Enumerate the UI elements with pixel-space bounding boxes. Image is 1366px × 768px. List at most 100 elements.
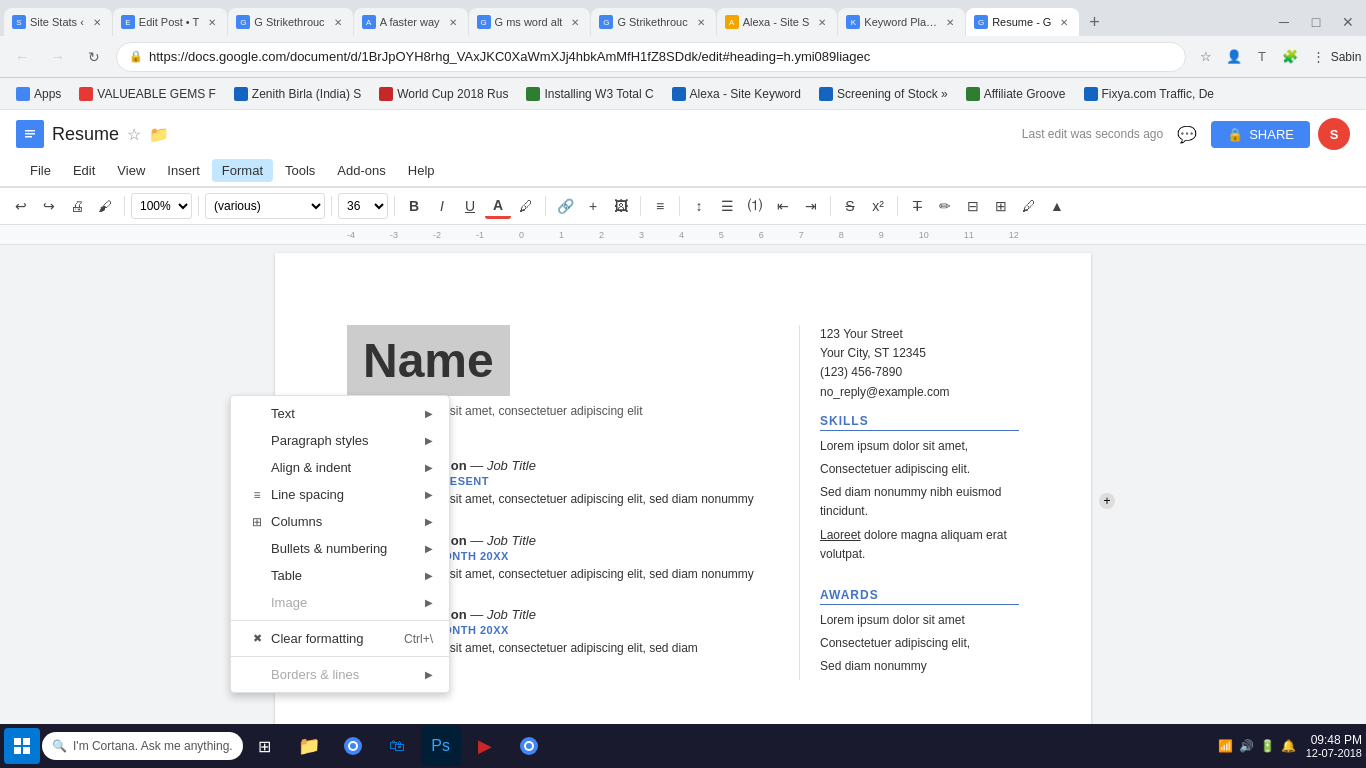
start-button[interactable] <box>4 728 40 764</box>
undo-btn[interactable]: ↩ <box>8 193 34 219</box>
font-size-select[interactable]: 36 <box>338 193 388 219</box>
translate-icon[interactable]: T <box>1250 45 1274 69</box>
bookmark-alexa[interactable]: Alexa - Site Keyword <box>664 85 809 103</box>
folder-icon[interactable]: 📁 <box>149 125 169 144</box>
bookmark-fixya[interactable]: Fixya.com Traffic, De <box>1076 85 1222 103</box>
tab-strikethrough[interactable]: G G Strikethrouс ✕ <box>228 8 352 36</box>
zoom-select[interactable]: 100% <box>131 193 192 219</box>
tab-alexa[interactable]: A Alexa - Site S ✕ <box>717 8 838 36</box>
profile-icon[interactable]: 👤 <box>1222 45 1246 69</box>
file-explorer-btn[interactable]: 📁 <box>289 726 329 766</box>
table-insert-btn[interactable]: ⊞ <box>988 193 1014 219</box>
bookmark-gems[interactable]: VALUEABLE GEMS F <box>71 85 223 103</box>
tab-close-btn[interactable]: ✕ <box>446 15 460 29</box>
minimize-btn[interactable]: ─ <box>1270 8 1298 36</box>
menu-edit[interactable]: Edit <box>63 159 105 182</box>
menu-help[interactable]: Help <box>398 159 445 182</box>
superscript-btn[interactable]: x² <box>865 193 891 219</box>
address-input[interactable]: 🔒 https://docs.google.com/document/d/1Br… <box>116 42 1186 72</box>
chrome-btn-2[interactable] <box>509 726 549 766</box>
user-avatar[interactable]: S <box>1318 118 1350 150</box>
task-view-btn[interactable]: ⊞ <box>245 726 285 766</box>
highlight-btn[interactable]: 🖊 <box>513 193 539 219</box>
share-button[interactable]: 🔒 SHARE <box>1211 121 1310 148</box>
forward-btn[interactable]: → <box>44 43 72 71</box>
tab-close-btn[interactable]: ✕ <box>205 15 219 29</box>
taskbar-search[interactable]: 🔍 I'm Cortana. Ask me anything. <box>42 732 243 760</box>
bookmark-icon[interactable]: ☆ <box>1194 45 1218 69</box>
bookmark-worldcup[interactable]: World Cup 2018 Rus <box>371 85 516 103</box>
underline-btn[interactable]: U <box>457 193 483 219</box>
tab-site-stats[interactable]: S Site Stats ‹ ✕ <box>4 8 112 36</box>
redo-btn[interactable]: ↪ <box>36 193 62 219</box>
draw-btn[interactable]: 🖊 <box>1016 193 1042 219</box>
tab-close-btn[interactable]: ✕ <box>694 15 708 29</box>
tab-close-btn[interactable]: ✕ <box>1057 15 1071 29</box>
menu-icon[interactable]: ⋮ <box>1306 45 1330 69</box>
strikethrough-btn[interactable]: S <box>837 193 863 219</box>
app-btn-6[interactable]: ▶ <box>465 726 505 766</box>
col-spacing-btn[interactable]: ⊟ <box>960 193 986 219</box>
menu-view[interactable]: View <box>107 159 155 182</box>
menu-format[interactable]: Format <box>212 159 273 182</box>
tab-close-btn[interactable]: ✕ <box>331 15 345 29</box>
tab-edit-post[interactable]: E Edit Post • T ✕ <box>113 8 228 36</box>
taskbar-clock[interactable]: 09:48 PM 12-07-2018 <box>1306 733 1362 759</box>
notifications-icon[interactable]: 🔔 <box>1281 739 1296 753</box>
format-menu-bullets-numbering[interactable]: Bullets & numbering ▶ <box>231 535 449 562</box>
line-spacing-btn[interactable]: ↕ <box>686 193 712 219</box>
tab-ms-word[interactable]: G G ms word alt ✕ <box>469 8 591 36</box>
menu-tools[interactable]: Tools <box>275 159 325 182</box>
format-menu-clear-formatting[interactable]: ✖ Clear formatting Ctrl+\ <box>231 625 449 652</box>
tab-close-btn[interactable]: ✕ <box>90 15 104 29</box>
italic-btn[interactable]: I <box>429 193 455 219</box>
increase-indent-btn[interactable]: ⇥ <box>798 193 824 219</box>
numbered-list-btn[interactable]: ⑴ <box>742 193 768 219</box>
chrome-btn[interactable] <box>333 726 373 766</box>
tab-keyword[interactable]: K Keyword Pla… ✕ <box>838 8 965 36</box>
print-btn[interactable]: 🖨 <box>64 193 90 219</box>
tab-strikethrough2[interactable]: G G Strikethrouс ✕ <box>591 8 715 36</box>
format-menu-align-indent[interactable]: Align & indent ▶ <box>231 454 449 481</box>
bookmark-screening[interactable]: Screening of Stock » <box>811 85 956 103</box>
bullet-list-btn[interactable]: ☰ <box>714 193 740 219</box>
maximize-btn[interactable]: □ <box>1302 8 1330 36</box>
tab-close-btn[interactable]: ✕ <box>815 15 829 29</box>
tab-close-btn[interactable]: ✕ <box>568 15 582 29</box>
volume-icon[interactable]: 🔊 <box>1239 739 1254 753</box>
bookmark-apps[interactable]: Apps <box>8 85 69 103</box>
text-color-btn[interactable]: A <box>485 193 511 219</box>
bookmark-w3total[interactable]: Installing W3 Total C <box>518 85 661 103</box>
format-menu-text[interactable]: Text ▶ <box>231 400 449 427</box>
close-btn[interactable]: ✕ <box>1334 8 1362 36</box>
menu-insert[interactable]: Insert <box>157 159 210 182</box>
format-menu-table[interactable]: Table ▶ <box>231 562 449 589</box>
star-icon[interactable]: ☆ <box>127 125 141 144</box>
insert-image-btn[interactable]: + <box>580 193 606 219</box>
decrease-indent-btn[interactable]: ⇤ <box>770 193 796 219</box>
clear-format-btn[interactable]: T̶ <box>904 193 930 219</box>
extensions-icon[interactable]: 🧩 <box>1278 45 1302 69</box>
format-menu-line-spacing[interactable]: ≡ Line spacing ▶ <box>231 481 449 508</box>
chevron-up-btn[interactable]: ▲ <box>1044 193 1070 219</box>
store-btn[interactable]: 🛍 <box>377 726 417 766</box>
insert-drawing-btn[interactable]: 🖼 <box>608 193 634 219</box>
bookmark-zenith[interactable]: Zenith Birla (India) S <box>226 85 369 103</box>
tab-faster-way[interactable]: A A faster way ✕ <box>354 8 468 36</box>
battery-icon[interactable]: 🔋 <box>1260 739 1275 753</box>
bookmark-affiliate[interactable]: Affiliate Groove <box>958 85 1074 103</box>
reload-btn[interactable]: ↻ <box>80 43 108 71</box>
network-icon[interactable]: 📶 <box>1218 739 1233 753</box>
photoshop-btn[interactable]: Ps <box>421 726 461 766</box>
align-btn[interactable]: ≡ <box>647 193 673 219</box>
comments-btn[interactable]: 💬 <box>1171 118 1203 150</box>
back-btn[interactable]: ← <box>8 43 36 71</box>
tab-resume[interactable]: G Resume - G ✕ <box>966 8 1079 36</box>
link-btn[interactable]: 🔗 <box>552 193 578 219</box>
bold-btn[interactable]: B <box>401 193 427 219</box>
tab-close-btn[interactable]: ✕ <box>943 15 957 29</box>
new-tab-btn[interactable]: + <box>1080 8 1108 36</box>
format-menu-paragraph-styles[interactable]: Paragraph styles ▶ <box>231 427 449 454</box>
edit-btn[interactable]: ✏ <box>932 193 958 219</box>
font-select[interactable]: (various) <box>205 193 325 219</box>
